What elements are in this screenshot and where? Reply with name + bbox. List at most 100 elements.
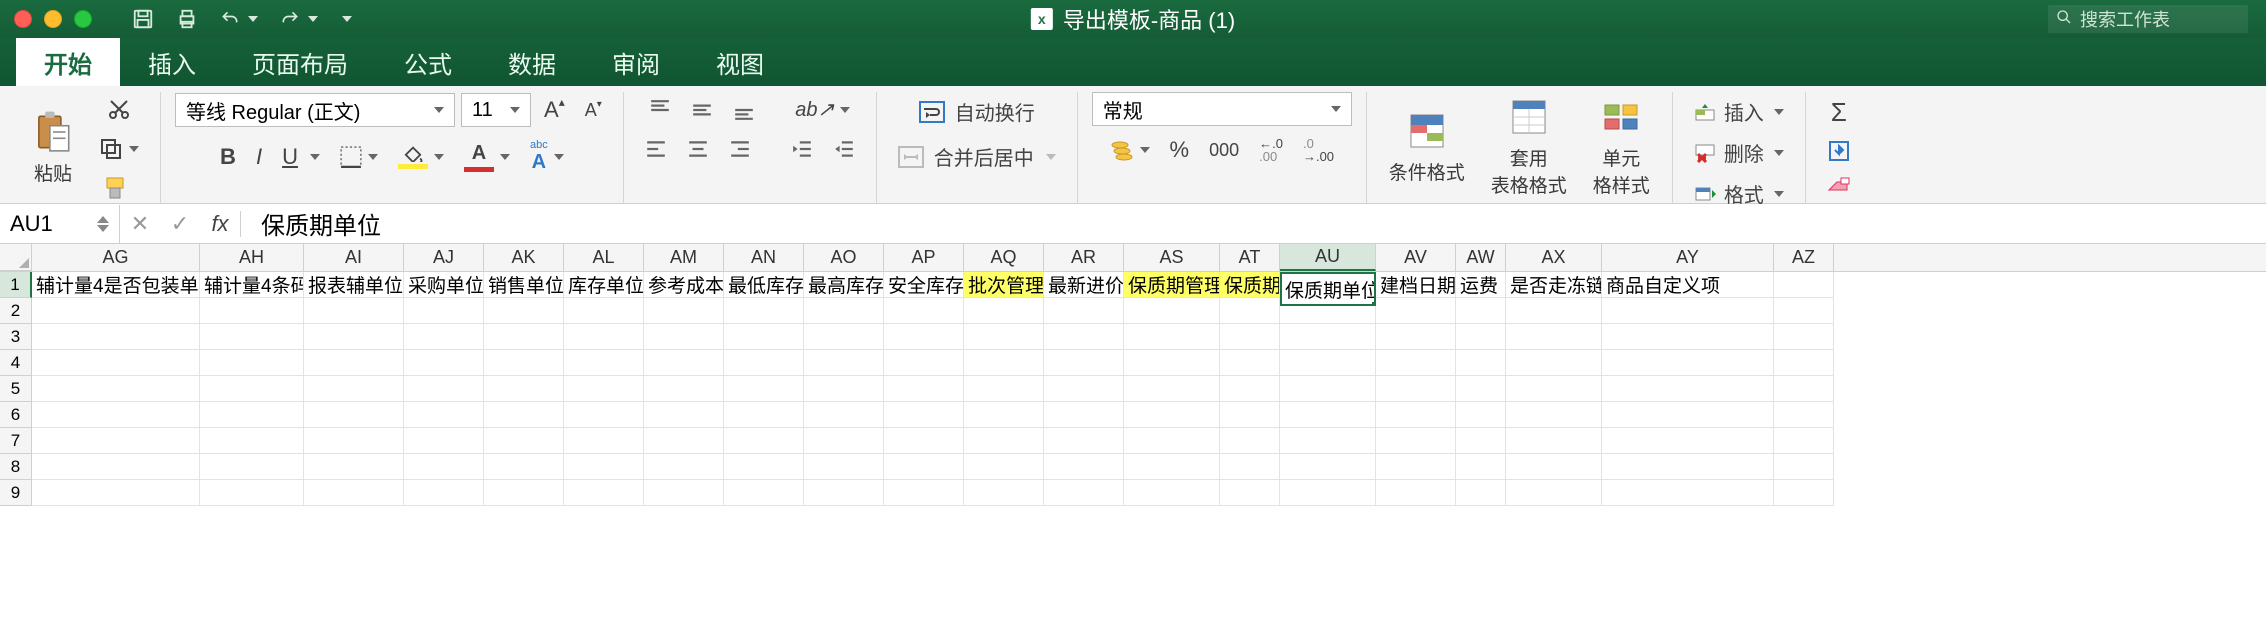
cell-AM4[interactable] bbox=[644, 350, 724, 376]
cell-AQ6[interactable] bbox=[964, 402, 1044, 428]
cell-AX1[interactable]: 是否走冻链 bbox=[1506, 272, 1602, 298]
cell-AJ7[interactable] bbox=[404, 428, 484, 454]
cell-AT4[interactable] bbox=[1220, 350, 1280, 376]
bold-button[interactable]: B bbox=[213, 139, 243, 175]
cell-AM3[interactable] bbox=[644, 324, 724, 350]
cell-AY4[interactable] bbox=[1602, 350, 1774, 376]
cell-AJ2[interactable] bbox=[404, 298, 484, 324]
cell-AH1[interactable]: 辅计量4条码 bbox=[200, 272, 304, 298]
row-header-7[interactable]: 7 bbox=[0, 428, 32, 454]
select-all-corner[interactable] bbox=[0, 244, 32, 271]
undo-button[interactable] bbox=[220, 9, 258, 29]
cell-AG9[interactable] bbox=[32, 480, 200, 506]
clear-button[interactable] bbox=[1820, 169, 1858, 199]
column-header-AS[interactable]: AS bbox=[1124, 244, 1220, 271]
tab-data[interactable]: 数据 bbox=[480, 37, 584, 86]
cell-AZ7[interactable] bbox=[1774, 428, 1834, 454]
align-right-button[interactable] bbox=[722, 133, 758, 165]
cell-AZ6[interactable] bbox=[1774, 402, 1834, 428]
cell-AH6[interactable] bbox=[200, 402, 304, 428]
cell-AP3[interactable] bbox=[884, 324, 964, 350]
row-header-9[interactable]: 9 bbox=[0, 480, 32, 506]
cell-AX7[interactable] bbox=[1506, 428, 1602, 454]
cell-AY1[interactable]: 商品自定义项 bbox=[1602, 272, 1774, 298]
cell-AY2[interactable] bbox=[1602, 298, 1774, 324]
cell-AN8[interactable] bbox=[724, 454, 804, 480]
cell-AH2[interactable] bbox=[200, 298, 304, 324]
cell-AR2[interactable] bbox=[1044, 298, 1124, 324]
column-header-AX[interactable]: AX bbox=[1506, 244, 1602, 271]
align-top-button[interactable] bbox=[642, 94, 678, 126]
cell-AX3[interactable] bbox=[1506, 324, 1602, 350]
column-header-AZ[interactable]: AZ bbox=[1774, 244, 1834, 271]
row-header-6[interactable]: 6 bbox=[0, 402, 32, 428]
cell-AX6[interactable] bbox=[1506, 402, 1602, 428]
column-header-AJ[interactable]: AJ bbox=[404, 244, 484, 271]
redo-button[interactable] bbox=[280, 9, 318, 29]
cell-AM9[interactable] bbox=[644, 480, 724, 506]
comma-style-button[interactable]: 000 bbox=[1202, 135, 1246, 166]
merge-center-button[interactable]: 合并后居中 bbox=[891, 137, 1063, 176]
cell-AT3[interactable] bbox=[1220, 324, 1280, 350]
row-header-8[interactable]: 8 bbox=[0, 454, 32, 480]
cell-AR1[interactable]: 最新进价 bbox=[1044, 272, 1124, 298]
copy-button[interactable] bbox=[92, 132, 146, 166]
cell-AK5[interactable] bbox=[484, 376, 564, 402]
cell-AG6[interactable] bbox=[32, 402, 200, 428]
maximize-window-button[interactable] bbox=[74, 10, 92, 28]
column-header-AU[interactable]: AU bbox=[1280, 244, 1376, 271]
cell-AX2[interactable] bbox=[1506, 298, 1602, 324]
cell-AG2[interactable] bbox=[32, 298, 200, 324]
name-box-stepper[interactable] bbox=[97, 216, 109, 232]
cell-AZ4[interactable] bbox=[1774, 350, 1834, 376]
formula-input[interactable]: 保质期单位 bbox=[241, 206, 2266, 241]
cell-AY7[interactable] bbox=[1602, 428, 1774, 454]
column-header-AP[interactable]: AP bbox=[884, 244, 964, 271]
customize-qat-button[interactable] bbox=[340, 16, 352, 22]
row-header-2[interactable]: 2 bbox=[0, 298, 32, 324]
column-header-AG[interactable]: AG bbox=[32, 244, 200, 271]
cell-AS3[interactable] bbox=[1124, 324, 1220, 350]
cell-AK1[interactable]: 销售单位 bbox=[484, 272, 564, 298]
cell-AS6[interactable] bbox=[1124, 402, 1220, 428]
border-button[interactable] bbox=[333, 141, 385, 173]
cell-AL5[interactable] bbox=[564, 376, 644, 402]
cell-AH7[interactable] bbox=[200, 428, 304, 454]
cell-AG1[interactable]: 辅计量4是否包装单位 bbox=[32, 272, 200, 298]
cell-AQ8[interactable] bbox=[964, 454, 1044, 480]
cell-AU1[interactable]: 保质期单位 bbox=[1280, 272, 1376, 306]
cell-AJ4[interactable] bbox=[404, 350, 484, 376]
cell-AV3[interactable] bbox=[1376, 324, 1456, 350]
row-header-5[interactable]: 5 bbox=[0, 376, 32, 402]
cell-AR4[interactable] bbox=[1044, 350, 1124, 376]
cell-AH9[interactable] bbox=[200, 480, 304, 506]
wrap-text-button[interactable]: 自动换行 bbox=[912, 92, 1042, 131]
cell-AR3[interactable] bbox=[1044, 324, 1124, 350]
row-header-1[interactable]: 1 bbox=[0, 272, 32, 298]
cell-AO9[interactable] bbox=[804, 480, 884, 506]
cell-AN1[interactable]: 最低库存 bbox=[724, 272, 804, 298]
column-header-AR[interactable]: AR bbox=[1044, 244, 1124, 271]
cell-AN4[interactable] bbox=[724, 350, 804, 376]
tab-review[interactable]: 审阅 bbox=[584, 37, 688, 86]
cell-AM5[interactable] bbox=[644, 376, 724, 402]
cell-AG7[interactable] bbox=[32, 428, 200, 454]
cell-AW3[interactable] bbox=[1456, 324, 1506, 350]
cell-AJ5[interactable] bbox=[404, 376, 484, 402]
cell-AY8[interactable] bbox=[1602, 454, 1774, 480]
cell-AG4[interactable] bbox=[32, 350, 200, 376]
cell-AR9[interactable] bbox=[1044, 480, 1124, 506]
cancel-formula-button[interactable]: ✕ bbox=[120, 211, 160, 237]
cell-AK7[interactable] bbox=[484, 428, 564, 454]
cell-AU9[interactable] bbox=[1280, 480, 1376, 506]
cell-AW9[interactable] bbox=[1456, 480, 1506, 506]
cell-AS1[interactable]: 保质期管理 bbox=[1124, 272, 1220, 298]
column-header-AL[interactable]: AL bbox=[564, 244, 644, 271]
cell-AH5[interactable] bbox=[200, 376, 304, 402]
cell-AG3[interactable] bbox=[32, 324, 200, 350]
format-painter-button[interactable] bbox=[92, 172, 146, 204]
cell-AL4[interactable] bbox=[564, 350, 644, 376]
fill-down-button[interactable] bbox=[1821, 135, 1857, 167]
cell-AN6[interactable] bbox=[724, 402, 804, 428]
cell-AT5[interactable] bbox=[1220, 376, 1280, 402]
